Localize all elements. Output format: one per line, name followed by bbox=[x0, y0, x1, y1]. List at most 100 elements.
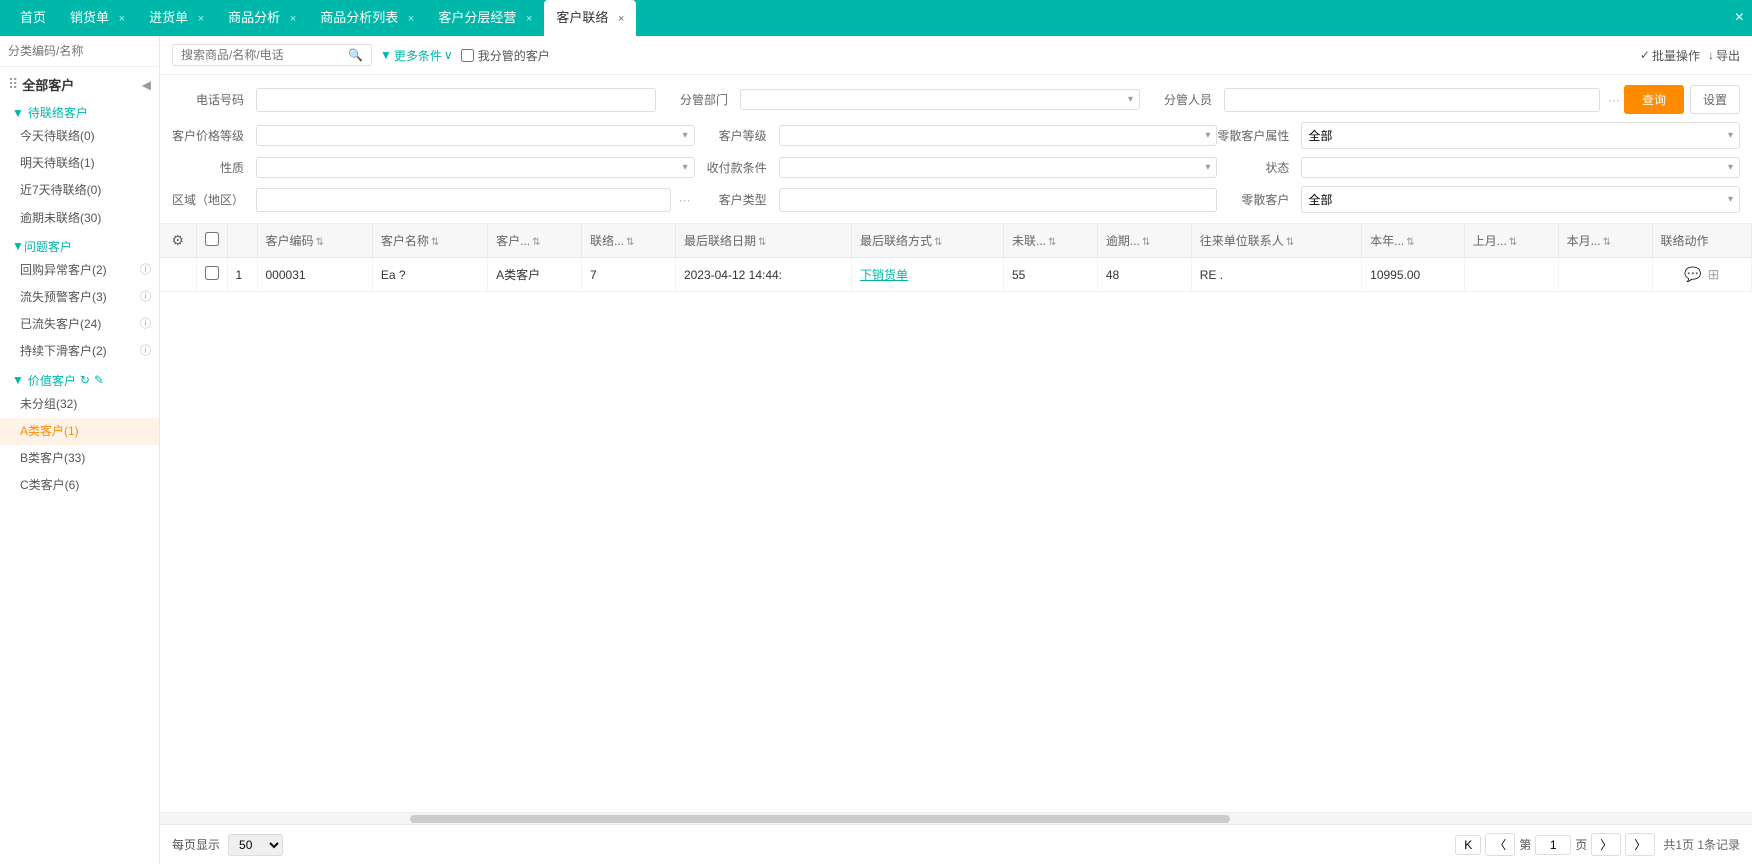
page-number-input[interactable] bbox=[1535, 835, 1571, 855]
close-purchase-order[interactable]: × bbox=[198, 13, 204, 25]
filter-cell-status: 状态 ▾ bbox=[1217, 157, 1740, 178]
sidebar-item-7days[interactable]: 近7天待联络(0) bbox=[0, 177, 159, 204]
retail-customer-select[interactable]: 全部 ▾ bbox=[1301, 186, 1740, 213]
sort-last-date-icon[interactable]: ⇅ bbox=[758, 237, 766, 248]
sidebar-item-class-a[interactable]: A类客户(1) bbox=[0, 418, 159, 445]
sort-no-contact-icon[interactable]: ⇅ bbox=[1048, 237, 1056, 248]
region-input[interactable] bbox=[256, 188, 671, 212]
bottom-bar: 每页显示 50 100 200 K 〈 第 页 〉 〉 共1页 1条记录 bbox=[160, 824, 1752, 864]
export-button[interactable]: ↓ 导出 bbox=[1708, 47, 1740, 64]
retail-customer-arrow-icon: ▾ bbox=[1728, 194, 1733, 205]
sort-this-month-icon[interactable]: ⇅ bbox=[1603, 237, 1611, 248]
chat-icon-0[interactable]: 💬 bbox=[1684, 266, 1701, 283]
sidebar-value-group: ▼ 价值客户 ↻ ✎ bbox=[0, 366, 159, 391]
close-product-analysis-list[interactable]: × bbox=[408, 13, 414, 25]
close-sales-order[interactable]: × bbox=[119, 13, 125, 25]
sort-code-icon[interactable]: ⇅ bbox=[316, 237, 324, 248]
first-page-button[interactable]: K bbox=[1455, 835, 1481, 855]
sidebar-search-input[interactable] bbox=[8, 44, 160, 58]
sidebar-item-class-c[interactable]: C类客户(6) bbox=[0, 472, 159, 499]
sort-name-icon[interactable]: ⇅ bbox=[431, 237, 439, 248]
status-select[interactable]: ▾ bbox=[1301, 157, 1740, 178]
close-customer-tier[interactable]: × bbox=[526, 13, 532, 25]
region-more-button[interactable]: ··· bbox=[675, 193, 695, 207]
last-page-button[interactable]: 〉 bbox=[1625, 833, 1655, 856]
sidebar-item-churned[interactable]: 已流失客户(24) ⓘ bbox=[0, 311, 159, 338]
value-refresh-icon[interactable]: ↻ bbox=[80, 373, 90, 387]
customer-type-input[interactable] bbox=[779, 188, 1218, 212]
price-level-select[interactable]: ▾ bbox=[256, 125, 695, 146]
my-customer-checkbox[interactable]: 我分管的客户 bbox=[461, 47, 550, 64]
row-checkbox-0[interactable] bbox=[205, 266, 219, 280]
manager-input[interactable] bbox=[1224, 88, 1600, 112]
prev-page-button[interactable]: 〈 bbox=[1485, 833, 1515, 856]
horizontal-scrollbar[interactable] bbox=[160, 812, 1752, 824]
filter-arrow-icon: ∨ bbox=[444, 48, 453, 62]
sidebar-item-class-b[interactable]: B类客户(33) bbox=[0, 445, 159, 472]
td-last-date-0: 2023-04-12 14:44: bbox=[675, 258, 851, 292]
search-input[interactable] bbox=[181, 48, 348, 62]
nav-purchase-order[interactable]: 进货单 × bbox=[137, 0, 216, 36]
more-filter-button[interactable]: ▼ 更多条件 ∨ bbox=[380, 47, 453, 64]
sidebar-item-overdue[interactable]: 逾期未联络(30) bbox=[0, 205, 159, 232]
sidebar-item-today[interactable]: 今天待联络(0) bbox=[0, 123, 159, 150]
close-customer-contact[interactable]: × bbox=[618, 13, 624, 25]
sort-last-method-icon[interactable]: ⇅ bbox=[934, 237, 942, 248]
nav-sales-order[interactable]: 销货单 × bbox=[58, 0, 137, 36]
sidebar-search-box[interactable]: 🔍 bbox=[0, 36, 159, 67]
select-all-checkbox[interactable] bbox=[205, 232, 219, 246]
search-icon[interactable]: 🔍 bbox=[348, 48, 363, 62]
problem-group-label: 问题客户 bbox=[24, 238, 72, 255]
filter-cell-customer-level: 客户等级 ▾ bbox=[695, 125, 1218, 146]
batch-operation-button[interactable]: ✓ 批量操作 bbox=[1640, 47, 1700, 64]
filter-cell-dept: 分管部门 ▾ bbox=[656, 89, 1140, 110]
customer-level-select[interactable]: ▾ bbox=[779, 125, 1218, 146]
nature-select[interactable]: ▾ bbox=[256, 157, 695, 178]
last-method-link-0[interactable]: 下销货单 bbox=[860, 268, 908, 282]
nav-home[interactable]: 首页 bbox=[8, 0, 58, 36]
qr-icon-0[interactable]: ⊞ bbox=[1708, 266, 1720, 283]
sidebar-item-tomorrow[interactable]: 明天待联络(1) bbox=[0, 150, 159, 177]
customer-type-label: 客户类型 bbox=[695, 191, 775, 208]
sidebar-item-unclassified[interactable]: 未分组(32) bbox=[0, 391, 159, 418]
sort-overdue-icon[interactable]: ⇅ bbox=[1142, 237, 1150, 248]
search-box[interactable]: 🔍 bbox=[172, 44, 372, 66]
nav-product-analysis-list[interactable]: 商品分析列表 × bbox=[308, 0, 426, 36]
filter-cell-phone: 电话号码 bbox=[172, 88, 656, 112]
phone-input[interactable] bbox=[256, 88, 656, 112]
page-size-select[interactable]: 50 100 200 bbox=[228, 834, 283, 856]
sort-contact-icon[interactable]: ⇅ bbox=[626, 237, 634, 248]
sidebar-item-declining[interactable]: 持续下滑客户(2) ⓘ bbox=[0, 338, 159, 365]
close-window-button[interactable]: × bbox=[1735, 9, 1744, 27]
table-gear-icon[interactable]: ⚙ bbox=[171, 232, 184, 248]
nav-customer-tier[interactable]: 客户分层经营 × bbox=[426, 0, 544, 36]
sort-type-icon[interactable]: ⇅ bbox=[532, 237, 540, 248]
th-last-date: 最后联络日期⇅ bbox=[675, 224, 851, 258]
my-customer-check[interactable] bbox=[461, 49, 474, 62]
setting-button[interactable]: 设置 bbox=[1690, 85, 1740, 114]
th-customer-code: 客户编码⇅ bbox=[257, 224, 372, 258]
dept-select[interactable]: ▾ bbox=[740, 89, 1140, 110]
query-button[interactable]: 查询 bbox=[1624, 85, 1684, 114]
value-edit-icon[interactable]: ✎ bbox=[94, 373, 104, 387]
next-page-button[interactable]: 〉 bbox=[1591, 833, 1621, 856]
close-product-analysis[interactable]: × bbox=[290, 13, 296, 25]
sidebar-pending-group[interactable]: ▼ 待联络客户 bbox=[0, 98, 159, 123]
nav-customer-contact[interactable]: 客户联络 × bbox=[544, 0, 636, 36]
sort-unit-contact-icon[interactable]: ⇅ bbox=[1286, 237, 1294, 248]
sort-this-year-icon[interactable]: ⇅ bbox=[1406, 237, 1414, 248]
customer-level-arrow-icon: ▾ bbox=[1205, 130, 1210, 141]
sidebar-problem-group[interactable]: ▼ 问题客户 bbox=[0, 232, 159, 257]
phone-label: 电话号码 bbox=[172, 91, 252, 108]
sort-last-month-icon[interactable]: ⇅ bbox=[1509, 237, 1517, 248]
th-check bbox=[196, 224, 227, 258]
manager-more-button[interactable]: ··· bbox=[1604, 93, 1624, 107]
retail-attr-select[interactable]: 全部 ▾ bbox=[1301, 122, 1740, 149]
payment-select[interactable]: ▾ bbox=[779, 157, 1218, 178]
sidebar-item-churn-warning[interactable]: 流失预警客户(3) ⓘ bbox=[0, 284, 159, 311]
sidebar-all-customers-header[interactable]: ⠿ 全部客户 ◀ bbox=[0, 67, 159, 98]
scrollbar-thumb[interactable] bbox=[410, 815, 1230, 823]
sidebar-item-repurchase-anomaly[interactable]: 回购异常客户(2) ⓘ bbox=[0, 257, 159, 284]
sidebar-collapse-button[interactable]: ◀ bbox=[142, 78, 151, 92]
nav-product-analysis[interactable]: 商品分析 × bbox=[216, 0, 308, 36]
